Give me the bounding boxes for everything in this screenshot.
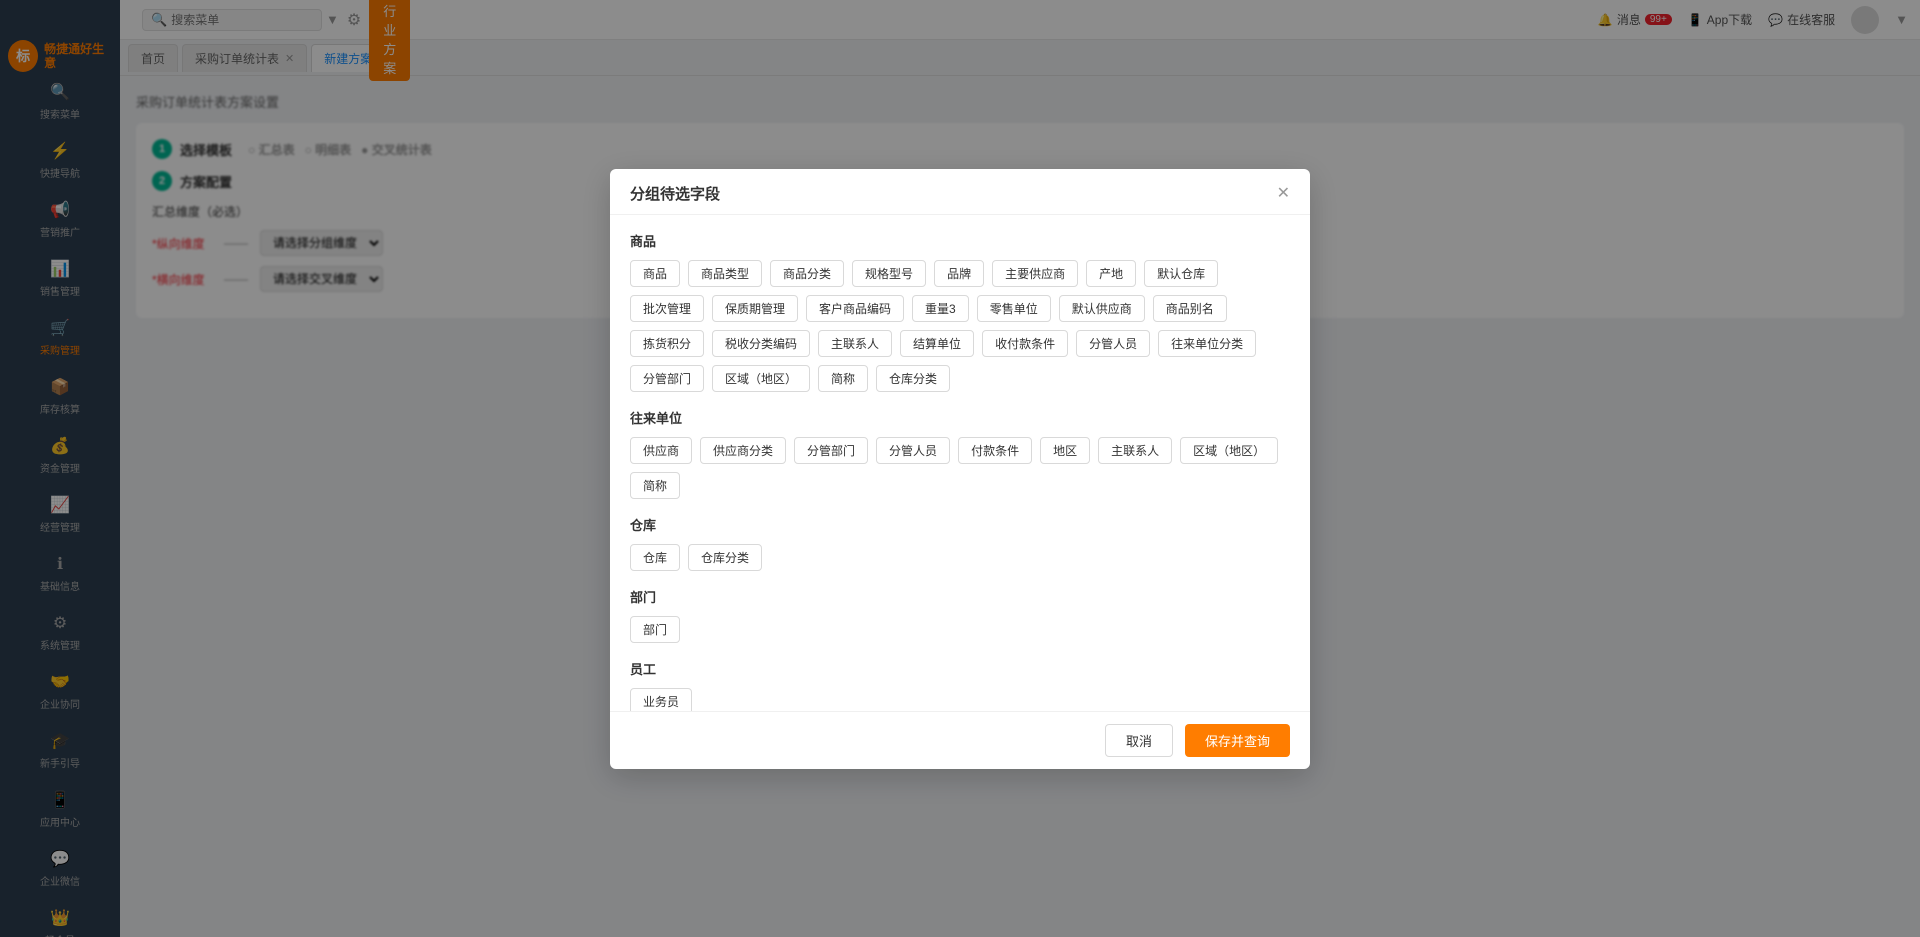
- field-tag-0-17[interactable]: 主联系人: [818, 330, 892, 357]
- section-title-2: 仓库: [630, 515, 1290, 534]
- field-tag-0-18[interactable]: 结算单位: [900, 330, 974, 357]
- field-tag-0-13[interactable]: 默认供应商: [1059, 295, 1145, 322]
- field-tag-0-20[interactable]: 分管人员: [1076, 330, 1150, 357]
- field-tag-0-23[interactable]: 区域（地区）: [712, 365, 810, 392]
- field-tag-0-24[interactable]: 简称: [818, 365, 868, 392]
- field-section-3: 部门部门: [630, 587, 1290, 643]
- field-tag-1-2[interactable]: 分管部门: [794, 437, 868, 464]
- modal-overlay: 分组待选字段 ✕ 商品商品商品类型商品分类规格型号品牌主要供应商产地默认仓库批次…: [0, 0, 1920, 937]
- field-tag-1-0[interactable]: 供应商: [630, 437, 692, 464]
- section-title-4: 员工: [630, 659, 1290, 678]
- field-section-2: 仓库仓库仓库分类: [630, 515, 1290, 571]
- field-tag-1-1[interactable]: 供应商分类: [700, 437, 786, 464]
- field-tag-3-0[interactable]: 部门: [630, 616, 680, 643]
- field-tag-0-14[interactable]: 商品别名: [1153, 295, 1227, 322]
- field-section-4: 员工业务员: [630, 659, 1290, 711]
- field-tag-2-0[interactable]: 仓库: [630, 544, 680, 571]
- field-tag-0-6[interactable]: 产地: [1086, 260, 1136, 287]
- field-tag-2-1[interactable]: 仓库分类: [688, 544, 762, 571]
- field-tag-0-11[interactable]: 重量3: [912, 295, 969, 322]
- field-section-0: 商品商品商品类型商品分类规格型号品牌主要供应商产地默认仓库批次管理保质期管理客户…: [630, 231, 1290, 392]
- section-title-1: 往来单位: [630, 408, 1290, 427]
- field-tag-1-4[interactable]: 付款条件: [958, 437, 1032, 464]
- modal-footer: 取消 保存并查询: [610, 711, 1310, 769]
- modal-header: 分组待选字段 ✕: [610, 169, 1310, 215]
- field-section-1: 往来单位供应商供应商分类分管部门分管人员付款条件地区主联系人区域（地区） 简称: [630, 408, 1290, 499]
- field-tag-1-7[interactable]: 区域（地区）: [1180, 437, 1278, 464]
- field-tag-0-15[interactable]: 拣货积分: [630, 330, 704, 357]
- modal-close-button[interactable]: ✕: [1277, 183, 1290, 203]
- field-tag-0-4[interactable]: 品牌: [934, 260, 984, 287]
- field-tag-0-8[interactable]: 批次管理: [630, 295, 704, 322]
- cancel-button[interactable]: 取消: [1105, 724, 1173, 757]
- field-tag-0-1[interactable]: 商品类型: [688, 260, 762, 287]
- field-tag-1-6[interactable]: 主联系人: [1098, 437, 1172, 464]
- field-tag-1-8[interactable]: 简称: [630, 472, 680, 499]
- field-select-modal: 分组待选字段 ✕ 商品商品商品类型商品分类规格型号品牌主要供应商产地默认仓库批次…: [610, 169, 1310, 769]
- field-tag-0-5[interactable]: 主要供应商: [992, 260, 1078, 287]
- field-tag-1-3[interactable]: 分管人员: [876, 437, 950, 464]
- field-tag-0-21[interactable]: 往来单位分类: [1158, 330, 1256, 357]
- field-tag-1-5[interactable]: 地区: [1040, 437, 1090, 464]
- section-title-0: 商品: [630, 231, 1290, 250]
- field-tags-2: 仓库仓库分类: [630, 544, 1290, 571]
- section-title-3: 部门: [630, 587, 1290, 606]
- field-tags-0: 商品商品类型商品分类规格型号品牌主要供应商产地默认仓库批次管理保质期管理客户商品…: [630, 260, 1290, 392]
- field-tag-0-19[interactable]: 收付款条件: [982, 330, 1068, 357]
- field-tag-0-22[interactable]: 分管部门: [630, 365, 704, 392]
- field-tag-0-25[interactable]: 仓库分类: [876, 365, 950, 392]
- modal-body: 商品商品商品类型商品分类规格型号品牌主要供应商产地默认仓库批次管理保质期管理客户…: [610, 215, 1310, 711]
- field-tags-3: 部门: [630, 616, 1290, 643]
- field-tags-1: 供应商供应商分类分管部门分管人员付款条件地区主联系人区域（地区） 简称: [630, 437, 1290, 499]
- field-tag-0-9[interactable]: 保质期管理: [712, 295, 798, 322]
- field-tag-0-12[interactable]: 零售单位: [977, 295, 1051, 322]
- field-tag-0-7[interactable]: 默认仓库: [1144, 260, 1218, 287]
- modal-title: 分组待选字段: [630, 183, 720, 204]
- field-tag-0-10[interactable]: 客户商品编码: [806, 295, 904, 322]
- field-tags-4: 业务员: [630, 688, 1290, 711]
- field-tag-0-2[interactable]: 商品分类: [770, 260, 844, 287]
- confirm-button[interactable]: 保存并查询: [1185, 724, 1290, 757]
- field-tag-0-16[interactable]: 税收分类编码: [712, 330, 810, 357]
- field-tag-4-0[interactable]: 业务员: [630, 688, 692, 711]
- field-tag-0-3[interactable]: 规格型号: [852, 260, 926, 287]
- field-tag-0-0[interactable]: 商品: [630, 260, 680, 287]
